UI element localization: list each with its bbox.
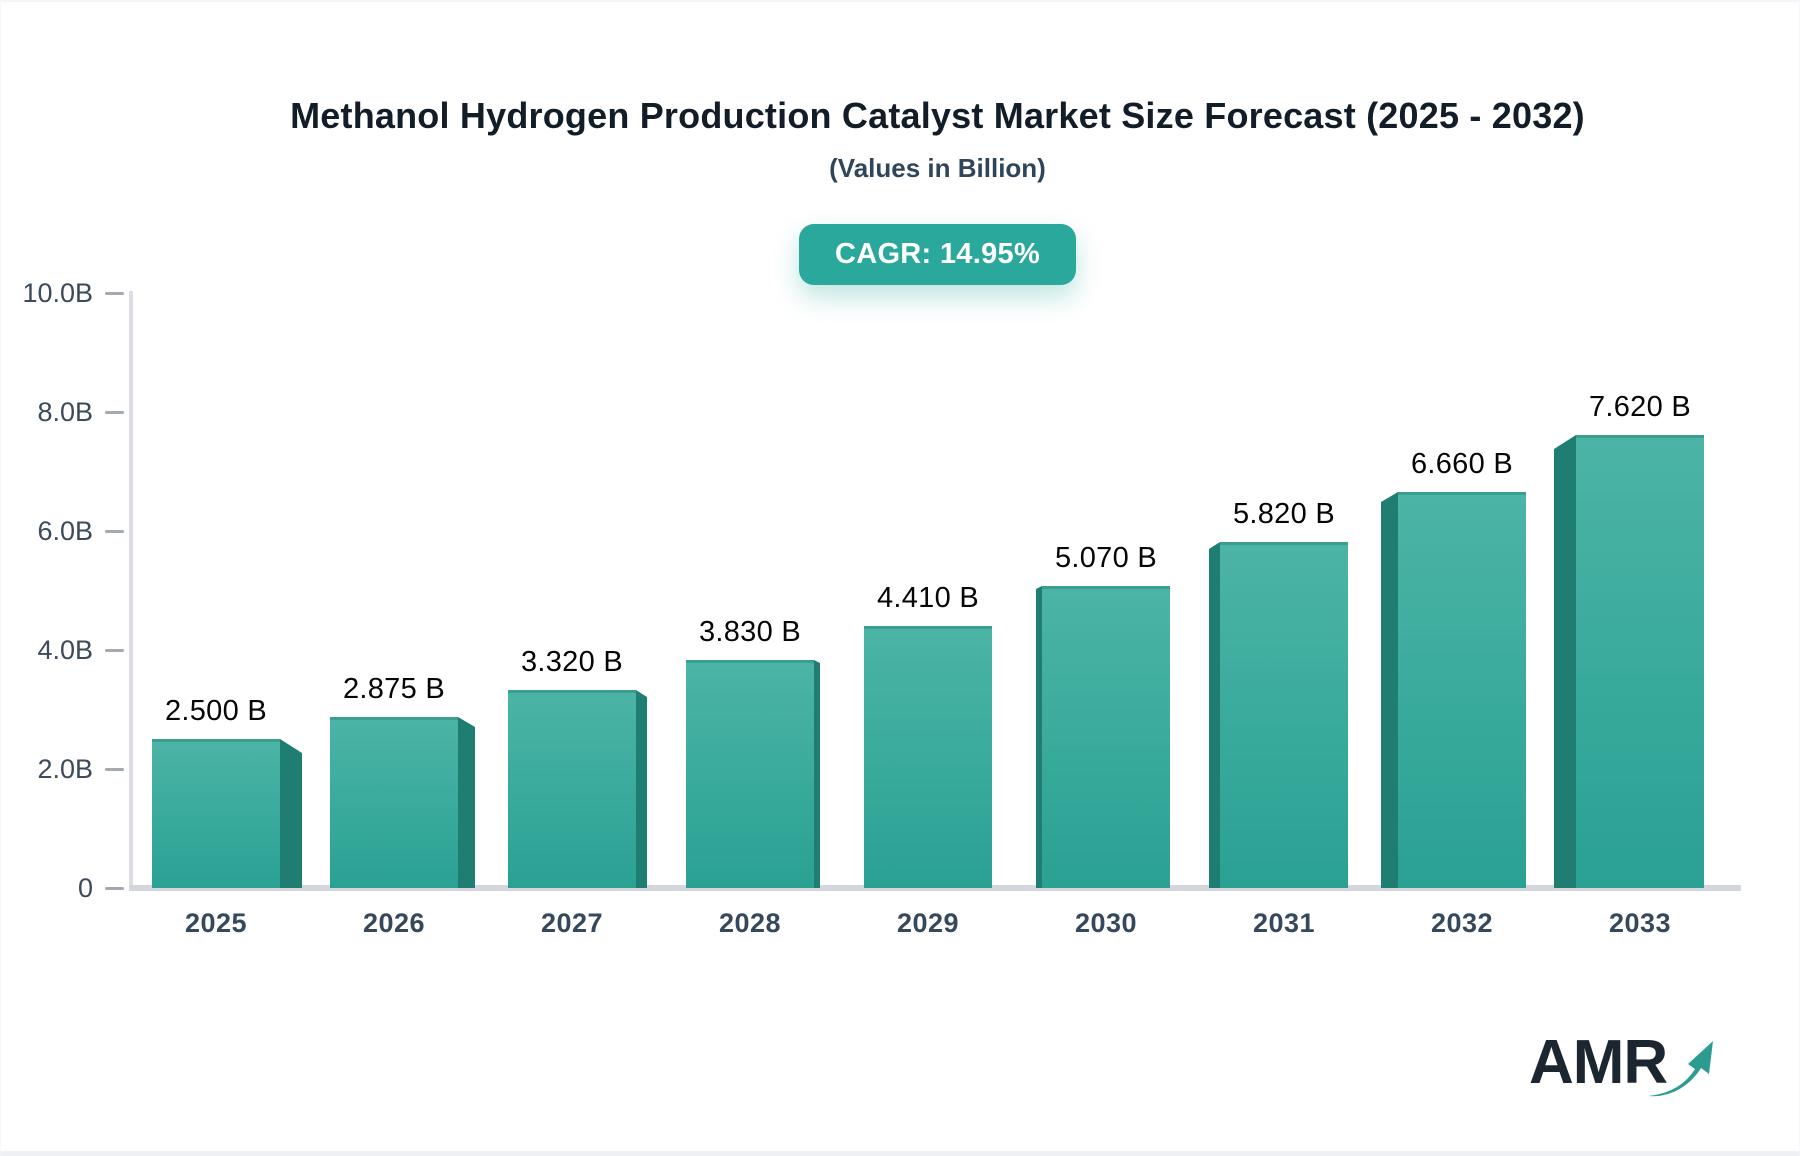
- bar-2031: [1220, 542, 1348, 888]
- y-axis-line: [129, 291, 133, 888]
- page: Methanol Hydrogen Production Catalyst Ma…: [0, 0, 1800, 1156]
- bar-2029: [864, 626, 992, 888]
- trend-up-arrow-icon: [1648, 1041, 1713, 1097]
- y-tick-dash: [105, 649, 124, 652]
- bar-value-label: 4.410 B: [876, 582, 980, 614]
- x-tick-label-2027: 2027: [540, 908, 604, 938]
- bar-side-panel: [280, 739, 302, 888]
- bar-2026: [330, 717, 458, 888]
- y-tick-dash: [105, 530, 124, 533]
- y-tick-label: 4.0B: [37, 635, 93, 665]
- x-tick-label-2029: 2029: [896, 908, 960, 938]
- bar-value-label: 3.830 B: [698, 616, 802, 648]
- bar-value-label: 5.070 B: [1054, 542, 1158, 574]
- bar-side-panel: [1381, 492, 1398, 888]
- bar-side-panel: [458, 717, 475, 888]
- bar-value-label: 5.820 B: [1232, 498, 1336, 530]
- x-tick-label-2026: 2026: [362, 908, 426, 938]
- y-tick-dash: [105, 887, 124, 890]
- y-tick-label: 6.0B: [37, 516, 93, 546]
- bar-side-panel: [814, 660, 820, 888]
- amr-logo: AMR: [1529, 1032, 1759, 1122]
- bar-value-label: 6.660 B: [1410, 448, 1514, 480]
- x-tick-label-2028: 2028: [718, 908, 782, 938]
- bar-2030: [1042, 586, 1170, 888]
- bar-2028: [686, 660, 814, 888]
- bar-2027: [508, 690, 636, 888]
- bar-2025: [152, 739, 280, 888]
- y-tick-dash: [105, 768, 124, 771]
- x-tick-label-2033: 2033: [1608, 908, 1672, 938]
- x-tick-label-2030: 2030: [1074, 908, 1138, 938]
- x-tick-label-2031: 2031: [1252, 908, 1316, 938]
- x-tick-label-2025: 2025: [184, 908, 248, 938]
- y-tick-label: 8.0B: [37, 397, 93, 427]
- y-tick-dash: [105, 411, 124, 414]
- bar-value-label: 3.320 B: [520, 646, 624, 678]
- bar-2032: [1398, 492, 1526, 888]
- x-tick-label-2032: 2032: [1430, 908, 1494, 938]
- bar-2033: [1576, 435, 1704, 888]
- plot-area: 10.0B 8.0B 6.0B 4.0B 2.0B 0 2.500 B 2.875 B 3.3…: [1, 2, 1799, 1151]
- bar-side-panel: [1209, 542, 1220, 888]
- y-tick-dash: [105, 292, 124, 295]
- bar-side-panel: [636, 690, 647, 888]
- bar-side-panel: [1554, 435, 1576, 888]
- y-tick-label: 0: [77, 873, 93, 903]
- bar-value-label: 7.620 B: [1588, 391, 1692, 423]
- y-tick-label: 2.0B: [37, 754, 93, 784]
- y-tick-label: 10.0B: [22, 278, 93, 308]
